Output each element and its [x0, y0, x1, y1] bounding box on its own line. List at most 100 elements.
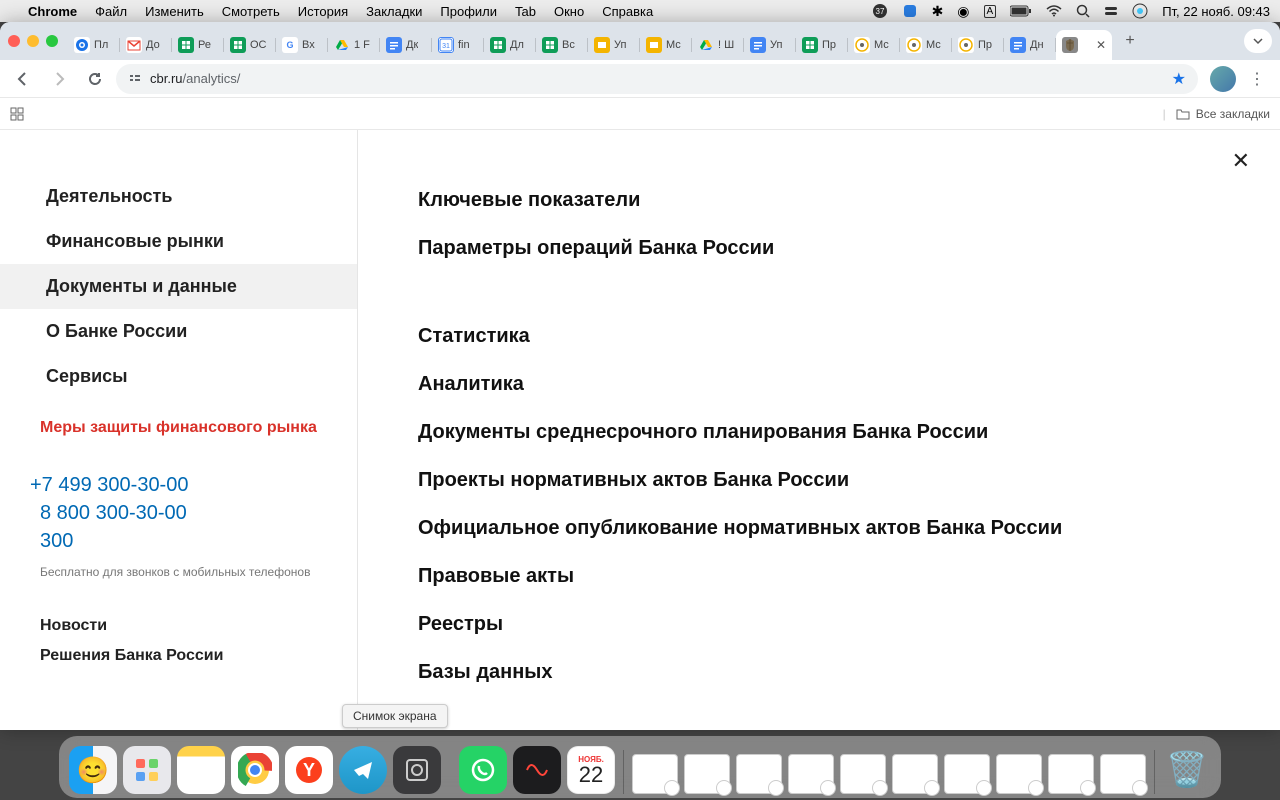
play-icon[interactable]: ◉ — [957, 3, 969, 20]
browser-tab[interactable]: Вс — [536, 30, 588, 60]
search-icon[interactable] — [1076, 4, 1090, 18]
section-link[interactable]: Аналитика — [418, 360, 1220, 408]
dock-window-thumb[interactable] — [1048, 754, 1094, 794]
phone-number[interactable]: +7 499 300-30-00 — [30, 471, 327, 499]
dock-finder[interactable]: 😊 — [69, 746, 117, 794]
profile-avatar[interactable] — [1210, 66, 1236, 92]
sidebar-nav-item[interactable]: Документы и данные — [0, 264, 357, 309]
sidebar-sub-link[interactable]: Новости — [40, 611, 317, 641]
dock-calendar[interactable]: нояб. 22 — [567, 746, 615, 794]
dock-trash[interactable]: 🗑️ — [1163, 746, 1211, 794]
phone-number[interactable]: 300 — [30, 527, 327, 555]
battery-icon[interactable] — [1010, 5, 1032, 17]
address-bar[interactable]: cbr.ru/analytics/ ★ — [116, 64, 1198, 94]
dock-window-thumb[interactable] — [788, 754, 834, 794]
dock-whatsapp[interactable] — [459, 746, 507, 794]
browser-tab[interactable]: Мс — [848, 30, 900, 60]
close-tab-icon[interactable]: ✕ — [1096, 38, 1106, 52]
dock-window-thumb[interactable] — [684, 754, 730, 794]
sidebar-alert-link[interactable]: Меры защиты финансового рынка — [0, 399, 357, 447]
browser-tab[interactable]: До — [120, 30, 172, 60]
dock-window-thumb[interactable] — [736, 754, 782, 794]
bookmark-star-icon[interactable]: ★ — [1172, 69, 1186, 89]
section-link[interactable]: Документы среднесрочного планирования Ба… — [418, 408, 1220, 456]
input-icon[interactable]: A — [984, 5, 997, 18]
tabs-overflow-button[interactable] — [1244, 29, 1272, 53]
menubar-icon[interactable]: 37 — [872, 3, 888, 19]
dock-chrome[interactable] — [231, 746, 279, 794]
menu-profiles[interactable]: Профили — [440, 4, 497, 19]
dock-window-thumb[interactable] — [1100, 754, 1146, 794]
section-link[interactable]: Официальное опубликование нормативных ак… — [418, 504, 1220, 552]
browser-tab[interactable]: Дн — [1004, 30, 1056, 60]
close-panel-button[interactable]: ✕ — [1232, 148, 1250, 174]
dock-notes[interactable] — [177, 746, 225, 794]
sidebar-nav-item[interactable]: Деятельность — [0, 174, 357, 219]
sidebar-sub-link[interactable]: Решения Банка России — [40, 641, 317, 671]
dock-screenshot[interactable] — [393, 746, 441, 794]
wifi-icon[interactable] — [1046, 5, 1062, 17]
section-link[interactable]: Статистика — [418, 312, 1220, 360]
siri-icon[interactable] — [1132, 3, 1148, 19]
browser-tab[interactable]: ОС — [224, 30, 276, 60]
section-link[interactable]: Проекты нормативных актов Банка России — [418, 456, 1220, 504]
sidebar-nav-item[interactable]: Сервисы — [0, 354, 357, 399]
section-link[interactable]: Ключевые показатели — [418, 176, 1220, 224]
menu-tab[interactable]: Tab — [515, 4, 536, 19]
app-name[interactable]: Chrome — [28, 4, 77, 19]
browser-tab[interactable]: Уп — [588, 30, 640, 60]
dock-window-thumb[interactable] — [632, 754, 678, 794]
menu-edit[interactable]: Изменить — [145, 4, 204, 19]
browser-tab[interactable]: ✕ — [1056, 30, 1112, 60]
menu-history[interactable]: История — [298, 4, 348, 19]
browser-tab[interactable]: 31fin — [432, 30, 484, 60]
browser-tab[interactable]: GВх — [276, 30, 328, 60]
dock-yandex[interactable]: Y — [285, 746, 333, 794]
all-bookmarks-button[interactable]: Все закладки — [1176, 107, 1270, 121]
back-button[interactable] — [8, 64, 38, 94]
dock-launchpad[interactable] — [123, 746, 171, 794]
browser-tab[interactable]: Дл — [484, 30, 536, 60]
menubar-datetime[interactable]: Пт, 22 нояб. 09:43 — [1162, 4, 1270, 19]
site-info-icon[interactable] — [128, 72, 142, 86]
browser-tab[interactable]: Мс — [900, 30, 952, 60]
bluetooth-icon[interactable]: ✱ — [932, 3, 944, 20]
maximize-window-button[interactable] — [46, 35, 58, 47]
browser-tab[interactable]: ! Ш — [692, 30, 744, 60]
browser-tab[interactable]: Дк — [380, 30, 432, 60]
browser-tab[interactable]: Ре — [172, 30, 224, 60]
section-link[interactable]: Базы данных — [418, 648, 1220, 696]
dock-window-thumb[interactable] — [892, 754, 938, 794]
dock-window-thumb[interactable] — [944, 754, 990, 794]
dock-window-thumb[interactable] — [996, 754, 1042, 794]
menubar-icon[interactable] — [902, 3, 918, 19]
chrome-menu-button[interactable]: ⋮ — [1242, 69, 1272, 89]
section-link[interactable]: Реестры — [418, 600, 1220, 648]
dock-window-thumb[interactable] — [840, 754, 886, 794]
apps-grid-icon[interactable] — [10, 107, 24, 121]
forward-button[interactable] — [44, 64, 74, 94]
sidebar-nav-item[interactable]: О Банке России — [0, 309, 357, 354]
browser-tab[interactable]: Мс — [640, 30, 692, 60]
minimize-window-button[interactable] — [27, 35, 39, 47]
section-link[interactable]: Архив — [418, 724, 1220, 730]
sidebar-nav-item[interactable]: Финансовые рынки — [0, 219, 357, 264]
dock-telegram[interactable] — [339, 746, 387, 794]
section-link[interactable]: Параметры операций Банка России — [418, 224, 1220, 272]
browser-tab[interactable]: Пр — [952, 30, 1004, 60]
close-window-button[interactable] — [8, 35, 20, 47]
menu-bookmarks[interactable]: Закладки — [366, 4, 422, 19]
control-center-icon[interactable] — [1104, 4, 1118, 18]
phone-number[interactable]: 8 800 300-30-00 — [30, 499, 327, 527]
menu-help[interactable]: Справка — [602, 4, 653, 19]
section-link[interactable]: Правовые акты — [418, 552, 1220, 600]
menu-view[interactable]: Смотреть — [222, 4, 280, 19]
browser-tab[interactable]: Пр — [796, 30, 848, 60]
browser-tab[interactable]: Пл — [68, 30, 120, 60]
reload-button[interactable] — [80, 64, 110, 94]
dock-voice-memos[interactable] — [513, 746, 561, 794]
browser-tab[interactable]: Уп — [744, 30, 796, 60]
menu-window[interactable]: Окно — [554, 4, 584, 19]
browser-tab[interactable]: 1 F — [328, 30, 380, 60]
new-tab-button[interactable]: + — [1116, 27, 1144, 55]
